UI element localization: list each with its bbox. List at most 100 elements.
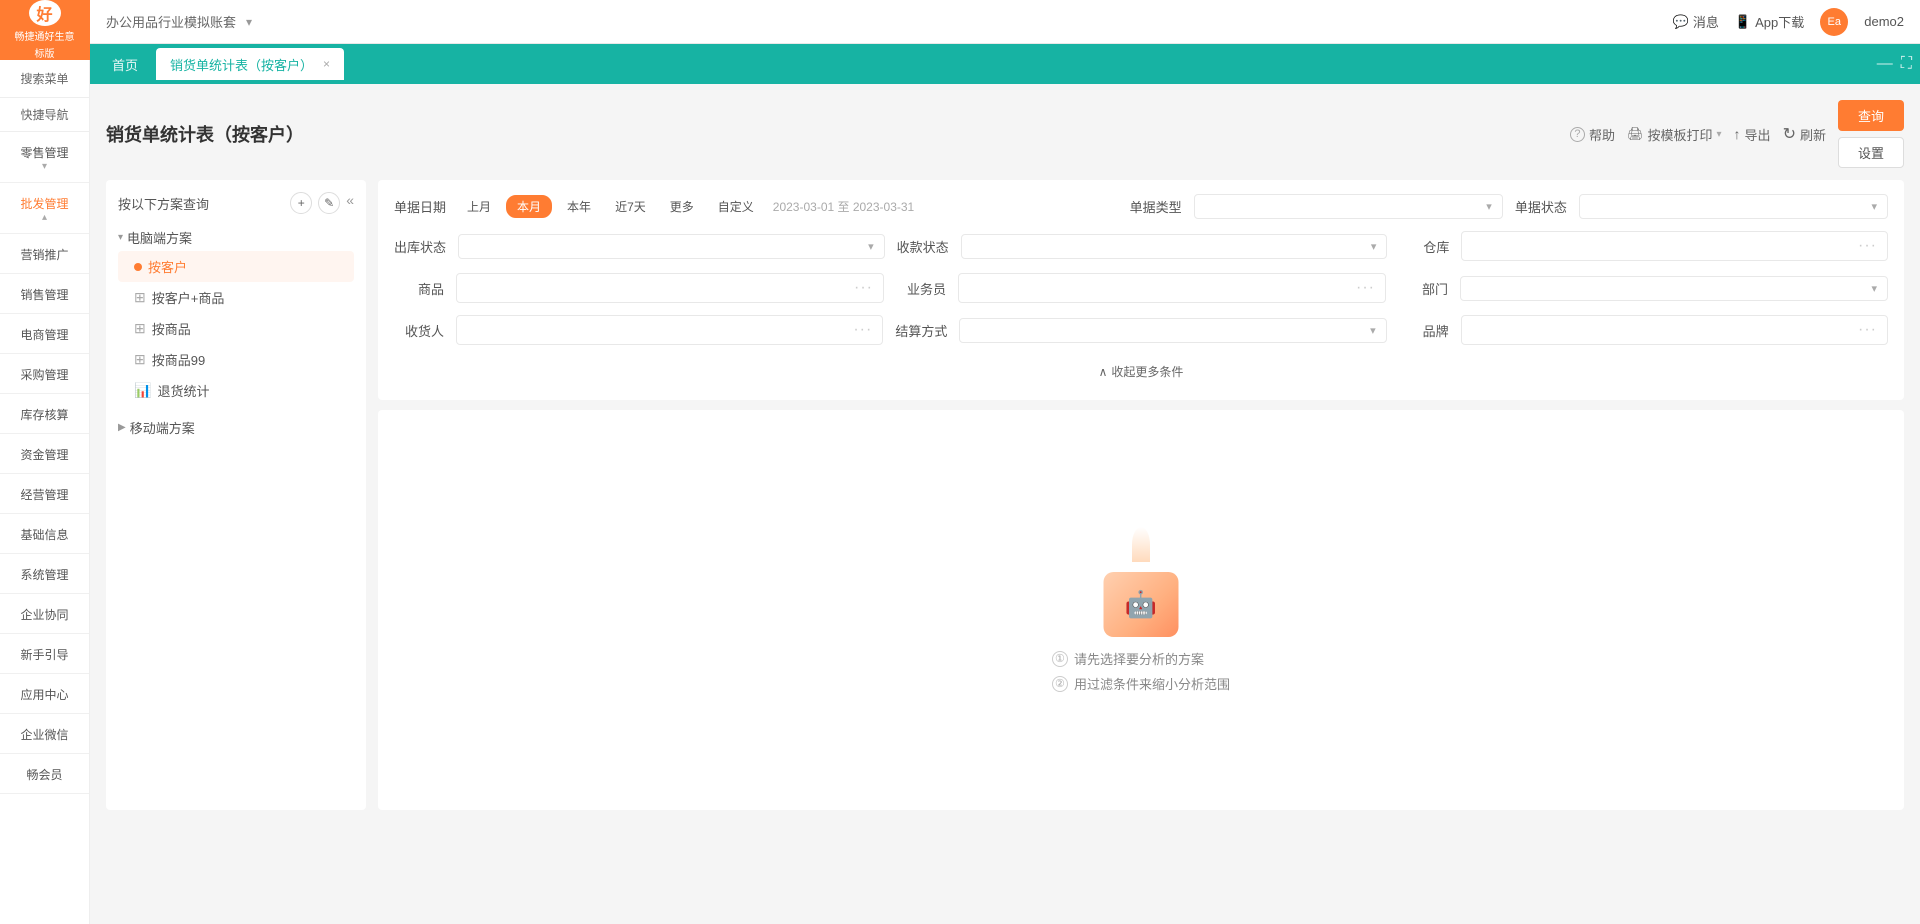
doc-type-arrow-icon: ▾ xyxy=(1486,200,1492,213)
scheme-item-customer[interactable]: 按客户 xyxy=(118,251,354,282)
sidebar-item-finance[interactable]: 资金管理 xyxy=(0,434,89,474)
payment-select[interactable]: ▾ xyxy=(959,318,1386,343)
help-button[interactable]: ? 帮助 xyxy=(1570,125,1615,144)
empty-illustration: 🤖 xyxy=(1076,527,1206,637)
top-bar-left: 办公用品行业模拟账套 ▾ xyxy=(106,12,252,31)
date-btn-lastmonth[interactable]: 上月 xyxy=(458,195,500,218)
sidebar-item-retail[interactable]: 零售管理 ▾ xyxy=(0,132,89,183)
main-area: 办公用品行业模拟账套 ▾ 💬 消息 📱 App下载 Ea demo2 xyxy=(90,0,1920,924)
print-button[interactable]: 🖨 按模板打印 ▾ xyxy=(1627,125,1722,144)
doc-status-arrow-icon: ▾ xyxy=(1871,200,1877,213)
date-btn-more[interactable]: 更多 xyxy=(661,195,703,218)
content-body: 按以下方案查询 + ✎ « xyxy=(106,180,1904,810)
date-btn-7days[interactable]: 近7天 xyxy=(606,195,655,218)
query-button[interactable]: 查询 xyxy=(1838,100,1904,131)
logo-subtext: 标版 xyxy=(35,45,55,60)
warehouse-input[interactable]: ··· xyxy=(1461,231,1888,261)
goods-input[interactable]: ··· xyxy=(456,273,884,303)
scheme-icon: ⊞ xyxy=(134,351,146,368)
out-status-arrow-icon: ▾ xyxy=(868,240,874,253)
sidebar-item-appcenter[interactable]: 应用中心 xyxy=(0,674,89,714)
brand-label: 品牌 xyxy=(1399,321,1449,340)
date-range-text: 2023-03-01 至 2023-03-31 xyxy=(773,198,914,215)
sidebar-item-newuser[interactable]: 新手引导 xyxy=(0,634,89,674)
tab-close-icon[interactable]: × xyxy=(323,57,330,71)
scheme-item-goods[interactable]: ⊞ 按商品 xyxy=(118,313,354,344)
dept-arrow-icon: ▾ xyxy=(1871,282,1877,295)
receipt-status-label: 收款状态 xyxy=(897,237,949,256)
print-dropdown-icon[interactable]: ▾ xyxy=(1717,129,1722,140)
settings-button[interactable]: 设置 xyxy=(1838,137,1904,168)
mobile-group-header[interactable]: ▶ 移动端方案 xyxy=(118,414,354,441)
sidebar-search[interactable]: 搜索菜单 xyxy=(0,60,89,98)
tab-minimize-button[interactable]: — xyxy=(1877,55,1893,73)
quick-nav-label[interactable]: 快捷导航 xyxy=(20,108,68,122)
doc-status-select[interactable]: ▾ xyxy=(1579,194,1888,219)
search-menu-label[interactable]: 搜索菜单 xyxy=(20,72,68,86)
date-btn-thisyear[interactable]: 本年 xyxy=(558,195,600,218)
tab-active[interactable]: 销货单统计表（按客户） × xyxy=(156,48,344,80)
message-button[interactable]: 💬 消息 xyxy=(1673,12,1719,31)
tip-text-2: 用过滤条件来缩小分析范围 xyxy=(1074,674,1230,693)
salesman-input[interactable]: ··· xyxy=(958,273,1386,303)
sidebar-item-sales[interactable]: 销售管理 xyxy=(0,274,89,314)
collapse-scheme-button[interactable]: « xyxy=(346,192,354,214)
payment-arrow-icon: ▾ xyxy=(1370,324,1376,337)
recipient-label: 收货人 xyxy=(394,321,444,340)
top-bar-dropdown[interactable]: ▾ xyxy=(246,15,252,29)
tip-text-1: 请先选择要分析的方案 xyxy=(1074,649,1204,668)
tab-maximize-button[interactable]: ⛶ xyxy=(1901,55,1912,73)
recipient-input[interactable]: ··· xyxy=(456,315,883,345)
brand-input[interactable]: ··· xyxy=(1461,315,1888,345)
sidebar-item-member[interactable]: 畅会员 xyxy=(0,754,89,794)
dept-select[interactable]: ▾ xyxy=(1460,276,1888,301)
app-download-button[interactable]: 📱 App下载 xyxy=(1735,12,1804,31)
date-btn-custom[interactable]: 自定义 xyxy=(709,195,763,218)
mobile-group-arrow: ▶ xyxy=(118,422,126,433)
refresh-button[interactable]: ↻ 刷新 xyxy=(1783,124,1826,144)
warehouse-label: 仓库 xyxy=(1399,237,1449,256)
avatar[interactable]: Ea xyxy=(1820,8,1848,36)
sidebar-item-inventory[interactable]: 库存核算 xyxy=(0,394,89,434)
sidebar-item-enterprise[interactable]: 企业协同 xyxy=(0,594,89,634)
sidebar-item-wechat[interactable]: 企业微信 xyxy=(0,714,89,754)
receipt-status-select[interactable]: ▾ xyxy=(961,234,1388,259)
empty-state: 🤖 ① 请先选择要分析的方案 ② xyxy=(1052,527,1230,693)
sidebar-item-purchase[interactable]: 采购管理 xyxy=(0,354,89,394)
date-btn-thismonth[interactable]: 本月 xyxy=(506,195,552,218)
scheme-item-label: 按客户+商品 xyxy=(152,288,225,307)
doc-type-select[interactable]: ▾ xyxy=(1194,194,1503,219)
scheme-item-customer-goods[interactable]: ⊞ 按客户+商品 xyxy=(118,282,354,313)
scheme-item-label: 按客户 xyxy=(148,257,187,276)
refresh-icon: ↻ xyxy=(1783,124,1796,144)
right-panel: 单据日期 上月 本月 本年 近7天 更多 自定义 2023-03-01 至 20… xyxy=(378,180,1904,810)
scheme-icon: ⊞ xyxy=(134,289,146,306)
add-scheme-button[interactable]: + xyxy=(290,192,312,214)
collapse-filters-button[interactable]: ∧ 收起更多条件 xyxy=(394,357,1888,386)
edit-icon: ✎ xyxy=(324,196,334,210)
app-logo[interactable]: 好 畅捷通好生意 标版 xyxy=(0,0,90,60)
scheme-item-return-stats[interactable]: 📊 退货统计 xyxy=(118,375,354,406)
pc-group-header[interactable]: ▾ 电脑端方案 xyxy=(118,224,354,251)
empty-tip-2: ② 用过滤条件来缩小分析范围 xyxy=(1052,674,1230,693)
sidebar: 好 畅捷通好生意 标版 搜索菜单 快捷导航 零售管理 ▾ 批发管理 ▴ 营销推广… xyxy=(0,0,90,924)
export-icon: ↑ xyxy=(1734,126,1741,142)
page-header: 销货单统计表（按客户） ? 帮助 🖨 按模板打印 ▾ ↑ 导出 xyxy=(106,100,1904,168)
pc-scheme-group: ▾ 电脑端方案 按客户 ⊞ 按客户+商品 ⊞ xyxy=(118,224,354,406)
sidebar-item-operations[interactable]: 经营管理 xyxy=(0,474,89,514)
out-status-select[interactable]: ▾ xyxy=(458,234,885,259)
export-button[interactable]: ↑ 导出 xyxy=(1734,125,1771,144)
sidebar-item-ecommerce[interactable]: 电商管理 xyxy=(0,314,89,354)
edit-scheme-button[interactable]: ✎ xyxy=(318,192,340,214)
sidebar-item-marketing[interactable]: 营销推广 xyxy=(0,234,89,274)
scheme-item-goods99[interactable]: ⊞ 按商品99 xyxy=(118,344,354,375)
tab-home[interactable]: 首页 xyxy=(98,48,152,80)
user-name[interactable]: demo2 xyxy=(1864,14,1904,29)
date-filter: 上月 本月 本年 近7天 更多 自定义 2023-03-01 至 2023-03… xyxy=(458,195,914,218)
sidebar-item-system[interactable]: 系统管理 xyxy=(0,554,89,594)
active-dot xyxy=(134,263,142,271)
sidebar-item-base-info[interactable]: 基础信息 xyxy=(0,514,89,554)
sidebar-nav[interactable]: 快捷导航 xyxy=(0,98,89,132)
sidebar-item-wholesale[interactable]: 批发管理 ▴ xyxy=(0,183,89,234)
scheme-panel-header: 按以下方案查询 + ✎ « xyxy=(118,192,354,214)
